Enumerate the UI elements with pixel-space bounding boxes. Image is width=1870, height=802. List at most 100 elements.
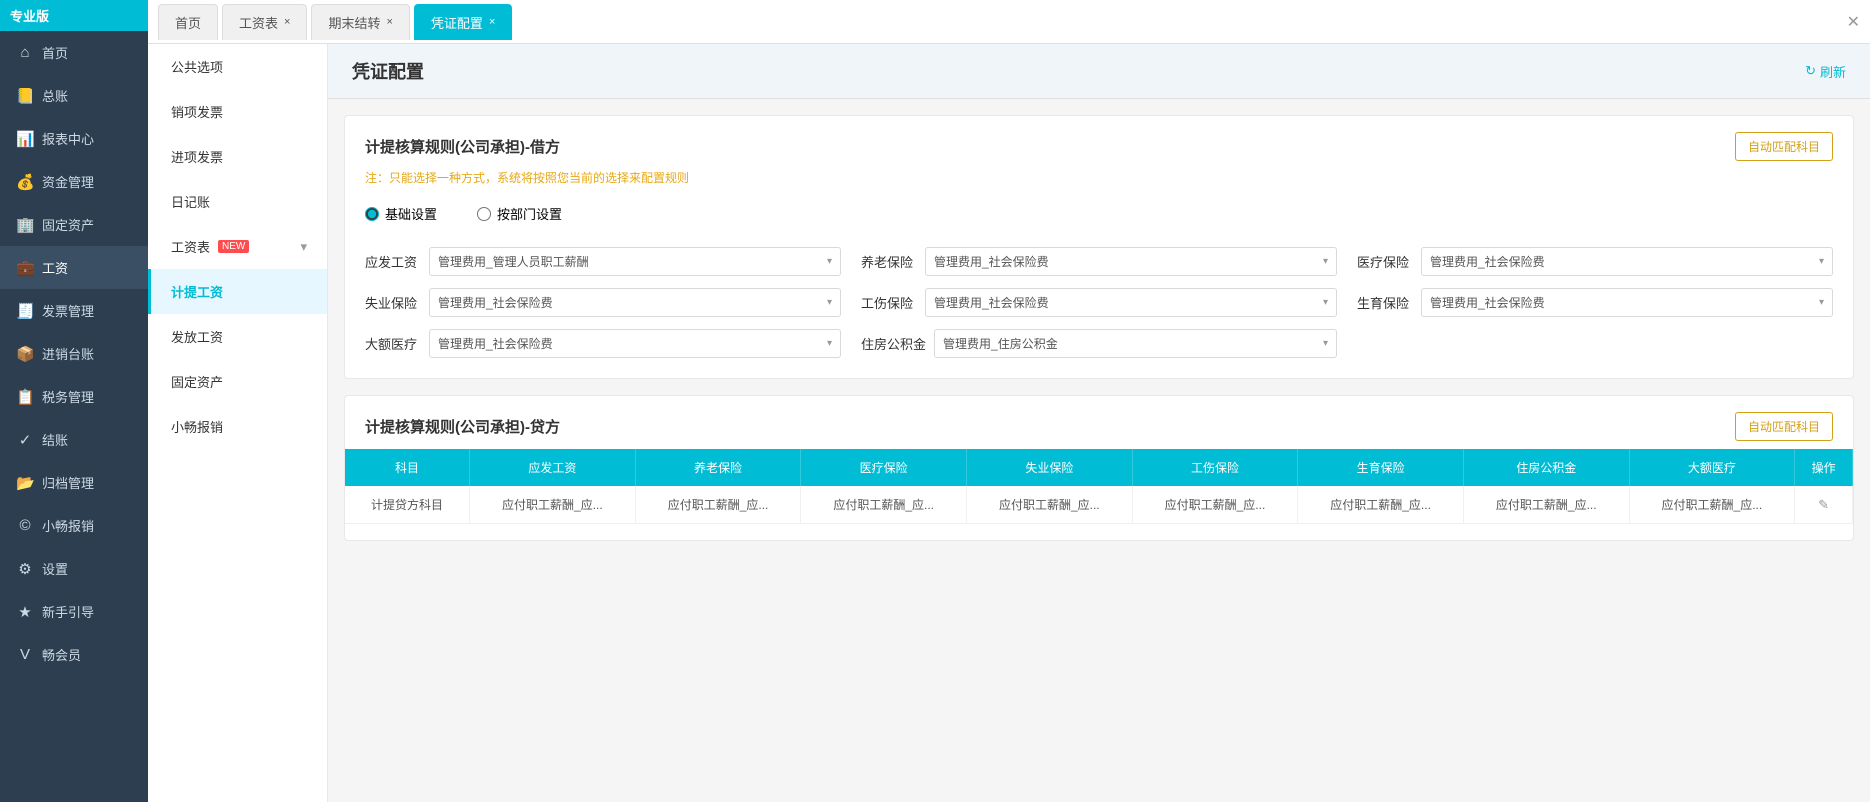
debit-form-grid: 应发工资 管理费用_管理人员职工薪酬 ▾ 养老保险 管理费用_社会保险费 ▾ [345,239,1853,378]
radio-basic[interactable]: 基础设置 [365,204,437,223]
ledger-icon: 📒 [16,87,34,105]
form-select-medical-value: 管理费用_社会保险费 [1430,253,1545,270]
td-subject: 计提贷方科目 [345,486,470,524]
chevron-down-icon: ▾ [827,256,832,267]
refresh-icon: ↻ [1805,63,1816,79]
sidebar-item-settings[interactable]: ⚙ 设置 [0,547,148,590]
vip-icon: V [16,646,34,663]
left-nav-salary-table[interactable]: 工资表 NEW ▾ [148,224,327,269]
edit-icon[interactable]: ✎ [1818,497,1829,512]
sidebar-item-settle[interactable]: ✓ 结账 [0,418,148,461]
left-nav-xc-expense-label: 小畅报销 [171,417,223,436]
form-item-injury: 工伤保险 管理费用_社会保险费 ▾ [861,288,1337,317]
credit-table-header-row: 科目 应发工资 养老保险 医疗保险 失业保险 工伤保险 生育保险 住房公积金 大… [345,449,1853,486]
tab-salary-table[interactable]: 工资表 × [222,4,307,40]
left-nav-purchase-invoice[interactable]: 进项发票 [148,134,327,179]
credit-table-row: 计提贷方科目 应付职工薪酬_应... 应付职工薪酬_应... 应付职工薪酬_应.… [345,486,1853,524]
th-subject: 科目 [345,449,470,486]
sidebar-item-ledger[interactable]: 📒 总账 [0,74,148,117]
form-select-maternity-value: 管理费用_社会保险费 [1430,294,1545,311]
sidebar-item-report[interactable]: 📊 报表中心 [0,117,148,160]
radio-group: 基础设置 按部门设置 [345,196,1853,239]
debit-section: 计提核算规则(公司承担)-借方 自动匹配科目 注：只能选择一种方式，系统将按照您… [344,115,1854,379]
credit-section: 计提核算规则(公司承担)-贷方 自动匹配科目 科目 应发工资 养老保险 医疗保险… [344,395,1854,541]
tab-period-carry[interactable]: 期末结转 × [311,4,409,40]
sidebar-item-archive[interactable]: 📂 归档管理 [0,461,148,504]
radio-basic-input[interactable] [365,207,379,221]
sidebar-item-assets[interactable]: 🏢 固定资产 [0,203,148,246]
td-pension-val: 应付职工薪酬_应... [635,486,801,524]
report-icon: 📊 [16,130,34,148]
close-all-icon[interactable]: ✕ [1847,12,1860,32]
tab-salary-label: 工资表 [239,13,278,32]
tab-period-label: 期末结转 [328,13,380,32]
chevron-down-icon: ▾ [1323,338,1328,349]
th-maternity: 生育保险 [1298,449,1464,486]
chevron-down-icon: ▾ [1819,256,1824,267]
xcreport-icon: © [16,517,34,534]
radio-dept-input[interactable] [477,207,491,221]
left-nav-xc-expense[interactable]: 小畅报销 [148,404,327,449]
sidebar-item-label: 设置 [42,559,68,578]
form-select-unemployment[interactable]: 管理费用_社会保险费 ▾ [429,288,841,317]
debit-auto-match-button[interactable]: 自动匹配科目 [1735,132,1833,161]
close-voucher-config-icon[interactable]: × [489,16,495,28]
fund-icon: 💰 [16,173,34,191]
td-action[interactable]: ✎ [1795,486,1853,524]
debit-warning: 注：只能选择一种方式，系统将按照您当前的选择来配置规则 [345,169,1853,196]
form-select-housing[interactable]: 管理费用_住房公积金 ▾ [934,329,1337,358]
form-select-salary[interactable]: 管理费用_管理人员职工薪酬 ▾ [429,247,841,276]
form-select-medical[interactable]: 管理费用_社会保险费 ▾ [1421,247,1833,276]
sidebar-item-vip[interactable]: V 畅会员 [0,633,148,676]
sidebar-item-label: 总账 [42,86,68,105]
form-select-pension[interactable]: 管理费用_社会保险费 ▾ [925,247,1337,276]
tab-home[interactable]: 首页 [158,4,218,40]
sidebar-item-guide[interactable]: ★ 新手引导 [0,590,148,633]
form-select-maternity[interactable]: 管理费用_社会保险费 ▾ [1421,288,1833,317]
content-area: 公共选项 销项发票 进项发票 日记账 工资表 NEW ▾ 计提工资 [148,44,1870,802]
left-nav-sale-invoice[interactable]: 销项发票 [148,89,327,134]
left-nav-fixed-assets[interactable]: 固定资产 [148,359,327,404]
sidebar-item-label: 资金管理 [42,172,94,191]
form-label-housing: 住房公积金 [861,334,926,353]
sidebar-item-tax[interactable]: 📋 税务管理 [0,375,148,418]
sidebar-item-invoice[interactable]: 🧾 发票管理 [0,289,148,332]
chevron-down-icon: ▾ [827,338,832,349]
form-select-major-medical[interactable]: 管理费用_社会保险费 ▾ [429,329,841,358]
close-salary-table-icon[interactable]: × [284,16,290,28]
sidebar-item-label: 小畅报销 [42,516,94,535]
sidebar-item-stock[interactable]: 📦 进销台账 [0,332,148,375]
credit-section-title: 计提核算规则(公司承担)-贷方 [365,416,560,437]
sidebar-item-home[interactable]: ⌂ 首页 [0,31,148,74]
left-nav-calc-salary[interactable]: 计提工资 [148,269,327,314]
td-unemployment-val: 应付职工薪酬_应... [967,486,1133,524]
sidebar-item-fund[interactable]: 💰 资金管理 [0,160,148,203]
credit-auto-match-button[interactable]: 自动匹配科目 [1735,412,1833,441]
radio-dept[interactable]: 按部门设置 [477,204,562,223]
td-maternity-val: 应付职工薪酬_应... [1298,486,1464,524]
tab-bar: 首页 工资表 × 期末结转 × 凭证配置 × ✕ [148,0,1870,44]
sidebar-item-label: 首页 [42,43,68,62]
debit-section-header: 计提核算规则(公司承担)-借方 自动匹配科目 [345,116,1853,169]
refresh-button[interactable]: ↻ 刷新 [1805,62,1846,81]
left-nav-public[interactable]: 公共选项 [148,44,327,89]
form-label-maternity: 生育保险 [1357,293,1413,312]
left-nav-journal[interactable]: 日记账 [148,179,327,224]
main-area: 首页 工资表 × 期末结转 × 凭证配置 × ✕ 公共选项 销项发票 进项发票 [148,0,1870,802]
left-nav-pay-salary[interactable]: 发放工资 [148,314,327,359]
td-major-medical-val: 应付职工薪酬_应... [1629,486,1795,524]
sidebar-item-xcreport[interactable]: © 小畅报销 [0,504,148,547]
form-item-housing: 住房公积金 管理费用_住房公积金 ▾ [861,329,1337,358]
form-label-injury: 工伤保险 [861,293,917,312]
close-period-carry-icon[interactable]: × [386,16,392,28]
tab-voucher-config[interactable]: 凭证配置 × [414,4,512,40]
sidebar-item-payroll[interactable]: 💼 工资 [0,246,148,289]
sidebar-item-label: 结账 [42,430,68,449]
invoice-icon: 🧾 [16,302,34,320]
td-injury-val: 应付职工薪酬_应... [1132,486,1298,524]
form-select-injury[interactable]: 管理费用_社会保险费 ▾ [925,288,1337,317]
form-item-salary: 应发工资 管理费用_管理人员职工薪酬 ▾ [365,247,841,276]
th-salary: 应发工资 [470,449,636,486]
home-icon: ⌂ [16,44,34,61]
th-major-medical: 大额医疗 [1629,449,1795,486]
